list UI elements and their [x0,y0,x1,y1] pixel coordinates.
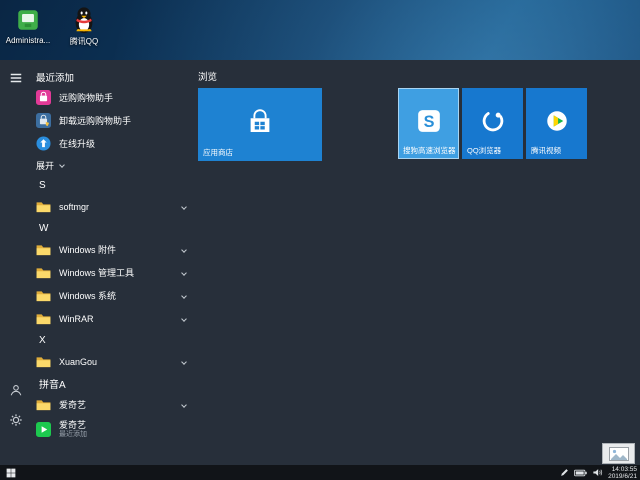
app-item[interactable]: 在线升级 [30,132,198,155]
desktop-icon-label: Administra... [6,36,50,45]
app-item-label: Windows 附件 [59,243,116,256]
app-item[interactable]: 远购购物助手 [30,86,198,109]
sogou-icon: S [398,96,459,145]
app-folder-item[interactable]: XuanGou [30,350,198,373]
app-item[interactable]: 爱奇艺 最近添加 [30,416,198,443]
chevron-down-icon [181,293,187,299]
start-menu: 最近添加 远购购物助手 卸载远购购物助手 在线升级 展开 S [0,60,640,465]
system-tray: 14:03:55 2019/6/21 [560,466,640,480]
tile-sogou-browser[interactable]: S 搜狗高速浏览器 [398,88,459,159]
administrator-icon [14,6,42,34]
expand-label: 展开 [36,159,54,172]
app-item-label: Windows 管理工具 [59,266,134,279]
hamburger-icon[interactable] [7,69,25,87]
clock-date: 2019/6/21 [608,473,637,480]
tile-label: 搜狗高速浏览器 [403,145,456,156]
store-icon [198,96,322,147]
gear-icon[interactable] [7,411,25,429]
app-item-label: 在线升级 [59,137,95,150]
folder-icon [36,199,51,214]
app-folder-item[interactable]: softmgr [30,195,198,218]
app-item-label: Windows 系统 [59,289,116,302]
letter-header-s[interactable]: S [30,175,198,195]
folder-icon [36,397,51,412]
chevron-down-icon [181,402,187,408]
pink-shopping-icon [36,90,51,105]
app-item-subtitle: 最近添加 [59,430,87,440]
picture-icon [609,447,629,461]
qq-icon [70,6,98,34]
windows-logo-icon [6,468,16,478]
app-item-label: XuanGou [59,357,97,367]
taskbar-clock[interactable]: 14:03:55 2019/6/21 [608,466,637,480]
app-item-label: WinRAR [59,314,94,324]
battery-icon[interactable] [574,469,587,477]
start-menu-rail [0,60,30,465]
desktop-icon-qq[interactable]: 腾讯QQ [60,6,108,47]
app-item-label: 远购购物助手 [59,91,113,104]
online-update-icon [36,136,51,151]
qq-browser-icon [462,96,523,145]
tile-tencent-video[interactable]: 腾讯视频 [526,88,587,159]
taskbar: 14:03:55 2019/6/21 [0,465,640,480]
clock-time: 14:03:55 [608,466,637,473]
app-item-label: 卸载远购购物助手 [59,114,131,127]
folder-icon [36,288,51,303]
app-folder-item[interactable]: WinRAR [30,307,198,330]
app-folder-item[interactable]: Windows 系统 [30,284,198,307]
app-item[interactable]: 卸载远购购物助手 [30,109,198,132]
folder-icon [36,242,51,257]
app-folder-item[interactable]: Windows 附件 [30,238,198,261]
desktop-icon-label: 腾讯QQ [70,36,98,47]
tile-label: QQ浏览器 [467,145,501,156]
uninstall-shopping-icon [36,113,51,128]
speaker-icon[interactable] [592,468,603,477]
recent-header: 最近添加 [30,68,198,86]
desktop-icon-area: Administra... 腾讯QQ [4,6,108,47]
iqiyi-icon [36,422,51,437]
app-folder-item[interactable]: Windows 管理工具 [30,261,198,284]
preview-thumbnail[interactable] [602,443,635,464]
chevron-down-icon [59,162,65,168]
app-item-label: 爱奇艺 [59,420,87,430]
user-icon[interactable] [7,381,25,399]
svg-text:S: S [423,112,434,130]
start-app-list: 最近添加 远购购物助手 卸载远购购物助手 在线升级 展开 S [30,60,198,465]
chevron-down-icon [181,270,187,276]
letter-header-w[interactable]: W [30,218,198,238]
tile-qq-browser[interactable]: QQ浏览器 [462,88,523,159]
start-tiles-area: 浏览 应用商店 S 搜狗高速浏览器 [196,60,640,465]
app-item-label: softmgr [59,202,89,212]
tile-app-store[interactable]: 应用商店 [198,88,322,161]
chevron-down-icon [181,359,187,365]
chevron-down-icon [181,204,187,210]
tile-label: 应用商店 [203,147,233,158]
chevron-down-icon [181,247,187,253]
letter-header-pinyin-a[interactable]: 拼音A [30,373,198,393]
pen-icon[interactable] [560,468,569,477]
app-item-label: 爱奇艺 [59,398,86,411]
desktop-icon-administrator[interactable]: Administra... [4,6,52,47]
folder-icon [36,265,51,280]
tile-group-label[interactable]: 浏览 [198,69,217,83]
folder-icon [36,354,51,369]
tile-label: 腾讯视频 [531,145,561,156]
folder-icon [36,311,51,326]
chevron-down-icon [181,316,187,322]
tencent-video-icon [526,96,587,145]
app-folder-item[interactable]: 爱奇艺 [30,393,198,416]
start-button[interactable] [0,465,22,480]
letter-header-x[interactable]: X [30,330,198,350]
expand-button[interactable]: 展开 [30,155,198,175]
